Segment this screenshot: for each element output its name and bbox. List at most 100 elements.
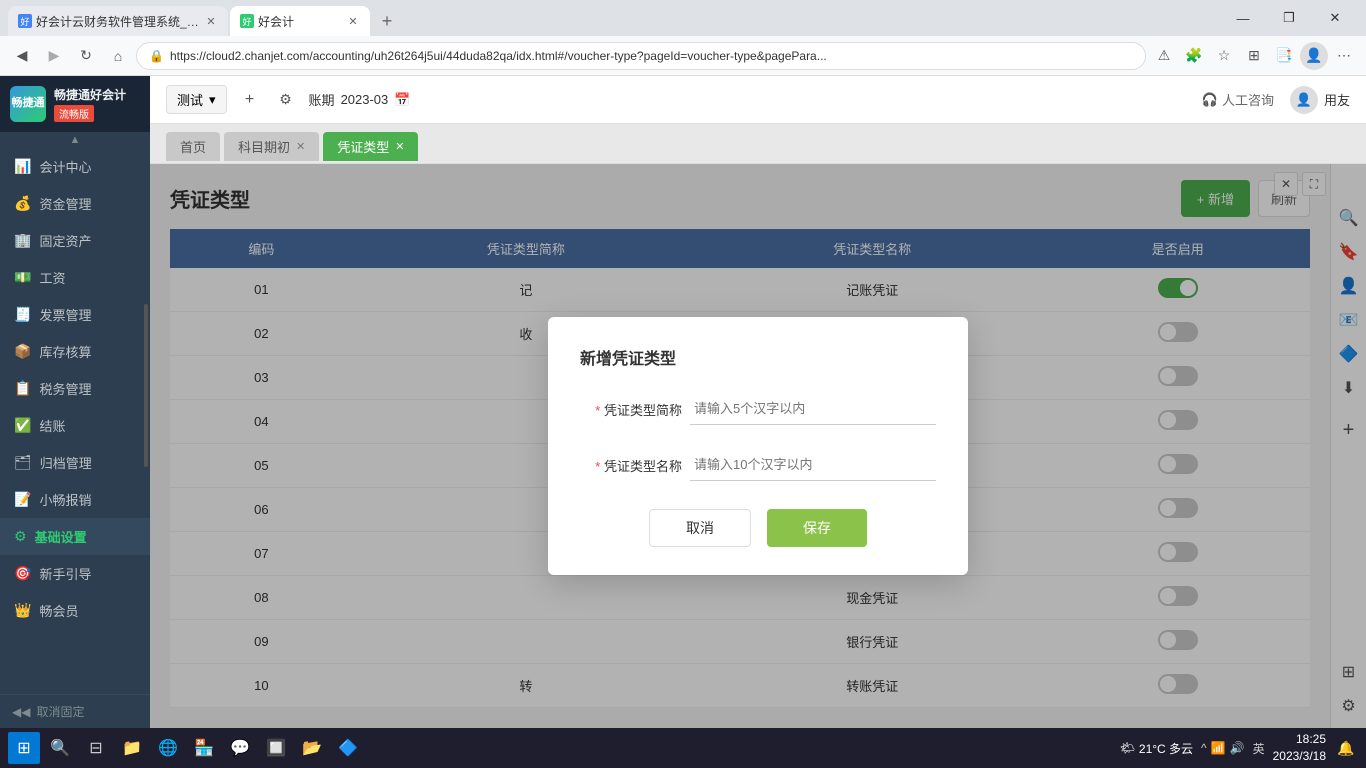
subject-tab-label: 科目期初 [238,137,290,156]
tab-close-1[interactable]: ✕ [204,14,218,28]
taskbar-weather[interactable]: 🌤 21°C 多云 [1120,740,1193,757]
taskbar-explorer[interactable]: 📁 [116,732,148,764]
home-button[interactable]: ⌂ [104,42,132,70]
taskbar-browser[interactable]: 🔷 [332,732,364,764]
tab-voucher-type[interactable]: 凭证类型 ✕ [323,132,418,161]
sidebar-scrollbar[interactable] [144,304,148,467]
guide-icon: 🎯 [14,565,31,582]
win-maximize[interactable]: ❐ [1266,0,1312,36]
settings-icon: ⚙ [14,528,27,545]
period-calendar-icon[interactable]: 📅 [394,92,410,108]
sidebar-item-salary[interactable]: 💵 工资 [0,259,150,296]
extensions-button[interactable]: 🧩 [1180,42,1208,70]
sidebar-footer[interactable]: ◀◀ 取消固定 [0,694,150,728]
archive-icon: 🗂 [14,454,32,471]
user-info[interactable]: 👤 用友 [1290,86,1350,114]
user-name: 用友 [1324,90,1350,109]
voucher-type-tab-label: 凭证类型 [337,137,389,156]
reload-button[interactable]: ↻ [72,42,100,70]
start-button[interactable]: ⊞ [8,732,40,764]
add-workspace-button[interactable]: + [237,87,263,113]
capital-label: 资金管理 [39,194,91,213]
address-url: https://cloud2.chanjet.com/accounting/uh… [170,49,827,63]
subject-tab-close-icon[interactable]: ✕ [296,140,305,153]
invoice-icon: 🧾 [14,306,31,323]
forward-button[interactable]: ▶ [40,42,68,70]
network-icon: 📶 [1211,741,1226,755]
tab-home[interactable]: 首页 [166,132,220,161]
voucher-type-tab-close-icon[interactable]: ✕ [395,140,404,153]
workspace-chevron-icon: ▾ [209,92,216,108]
dashboard-label: 会计中心 [39,157,91,176]
account-button[interactable]: 👤 [1300,42,1328,70]
modal-overlay[interactable]: 新增凭证类型 * 凭证类型简称 * 凭证类型名称 [150,164,1366,728]
topbar-right: 🎧 人工咨询 👤 用友 [1202,86,1350,114]
sidebar-item-invoice[interactable]: 🧾 发票管理 [0,296,150,333]
modal-title: 新增凭证类型 [580,345,936,369]
win-close[interactable]: ✕ [1312,0,1358,36]
language-indicator[interactable]: 英 [1253,740,1265,757]
logo-name: 畅捷通好会计 [54,86,126,103]
home-tab-label: 首页 [180,137,206,156]
win-minimize[interactable]: — [1220,0,1266,36]
fixed-assets-icon: 🏢 [14,232,31,249]
address-lock-icon: 🔒 [149,49,164,63]
sidebar-item-settings[interactable]: ⚙ 基础设置 [0,518,150,555]
taskbar-search[interactable]: 🔍 [44,732,76,764]
consult-button[interactable]: 🎧 人工咨询 [1202,90,1274,109]
taskbar-app2[interactable]: 📂 [296,732,328,764]
sidebar-item-guide[interactable]: 🎯 新手引导 [0,555,150,592]
tax-label: 税务管理 [39,379,91,398]
period-display: 账期 2023-03 📅 [309,90,411,109]
systray-caret: ^ [1201,741,1207,755]
sidebar-nav: 📊 会计中心 💰 资金管理 🏢 固定资产 💵 工资 🧾 发票管理 📦 库 [0,148,150,694]
sidebar-item-tax[interactable]: 📋 税务管理 [0,370,150,407]
headset-icon: 🎧 [1202,92,1218,108]
address-bar[interactable]: 🔒 https://cloud2.chanjet.com/accounting/… [136,42,1146,70]
save-button[interactable]: 保存 [767,509,867,547]
sidebar-item-report[interactable]: 📝 小畅报销 [0,481,150,518]
sidebar-item-dashboard[interactable]: 📊 会计中心 [0,148,150,185]
menu-button[interactable]: ⋯ [1330,42,1358,70]
back-button[interactable]: ◀ [8,42,36,70]
sidebar-item-member[interactable]: 👑 畅会员 [0,592,150,629]
sidebar-item-capital[interactable]: 💰 资金管理 [0,185,150,222]
sidebar-item-fixed-assets[interactable]: 🏢 固定资产 [0,222,150,259]
settlement-icon: ✅ [14,417,31,434]
star-button[interactable]: ☆ [1210,42,1238,70]
clock[interactable]: 18:25 2023/3/18 [1273,731,1326,765]
modal-dialog: 新增凭证类型 * 凭证类型简称 * 凭证类型名称 [548,317,968,575]
abbr-required-mark: * [595,403,600,418]
taskbar-store[interactable]: 🏪 [188,732,220,764]
new-tab-button[interactable]: + [372,6,402,36]
settings-button[interactable]: ⚙ [273,87,299,113]
taskbar-task-view[interactable]: ⊟ [80,732,112,764]
notifications-button[interactable]: 🔔 [1334,736,1358,760]
taskbar-wechat[interactable]: 💬 [224,732,256,764]
abbr-input[interactable] [690,393,936,425]
workspace-selector[interactable]: 测试 ▾ [166,85,227,114]
browser-tab-2[interactable]: 好 好会计 ✕ [230,6,370,36]
capital-icon: 💰 [14,195,31,212]
collections-button[interactable]: 📑 [1270,42,1298,70]
taskbar-edge[interactable]: 🌐 [152,732,184,764]
systray[interactable]: ^ 📶 🔊 [1201,741,1245,755]
sidebar-item-archive[interactable]: 🗂 归档管理 [0,444,150,481]
sidebar-item-inventory[interactable]: 📦 库存核算 [0,333,150,370]
profile-button[interactable]: ⚠ [1150,42,1178,70]
consult-label: 人工咨询 [1222,90,1274,109]
sidebar-item-settlement[interactable]: ✅ 结账 [0,407,150,444]
settings-label: 基础设置 [35,527,87,546]
tab-close-2[interactable]: ✕ [346,14,360,28]
tab-subject[interactable]: 科目期初 ✕ [224,132,319,161]
topbar: 测试 ▾ + ⚙ 账期 2023-03 📅 🎧 人工咨询 👤 用友 [150,76,1366,124]
sidebar-toggle[interactable]: ⊞ [1240,42,1268,70]
taskbar-app1[interactable]: 🔲 [260,732,292,764]
dashboard-icon: 📊 [14,158,31,175]
weather-text: 21°C 多云 [1139,740,1193,757]
name-input[interactable] [690,449,936,481]
invoice-label: 发票管理 [39,305,91,324]
form-row-name: * 凭证类型名称 [580,449,936,481]
cancel-button[interactable]: 取消 [649,509,751,547]
browser-tab-1[interactable]: 好 好会计云财务软件管理系统_会计 ✕ [8,6,228,36]
